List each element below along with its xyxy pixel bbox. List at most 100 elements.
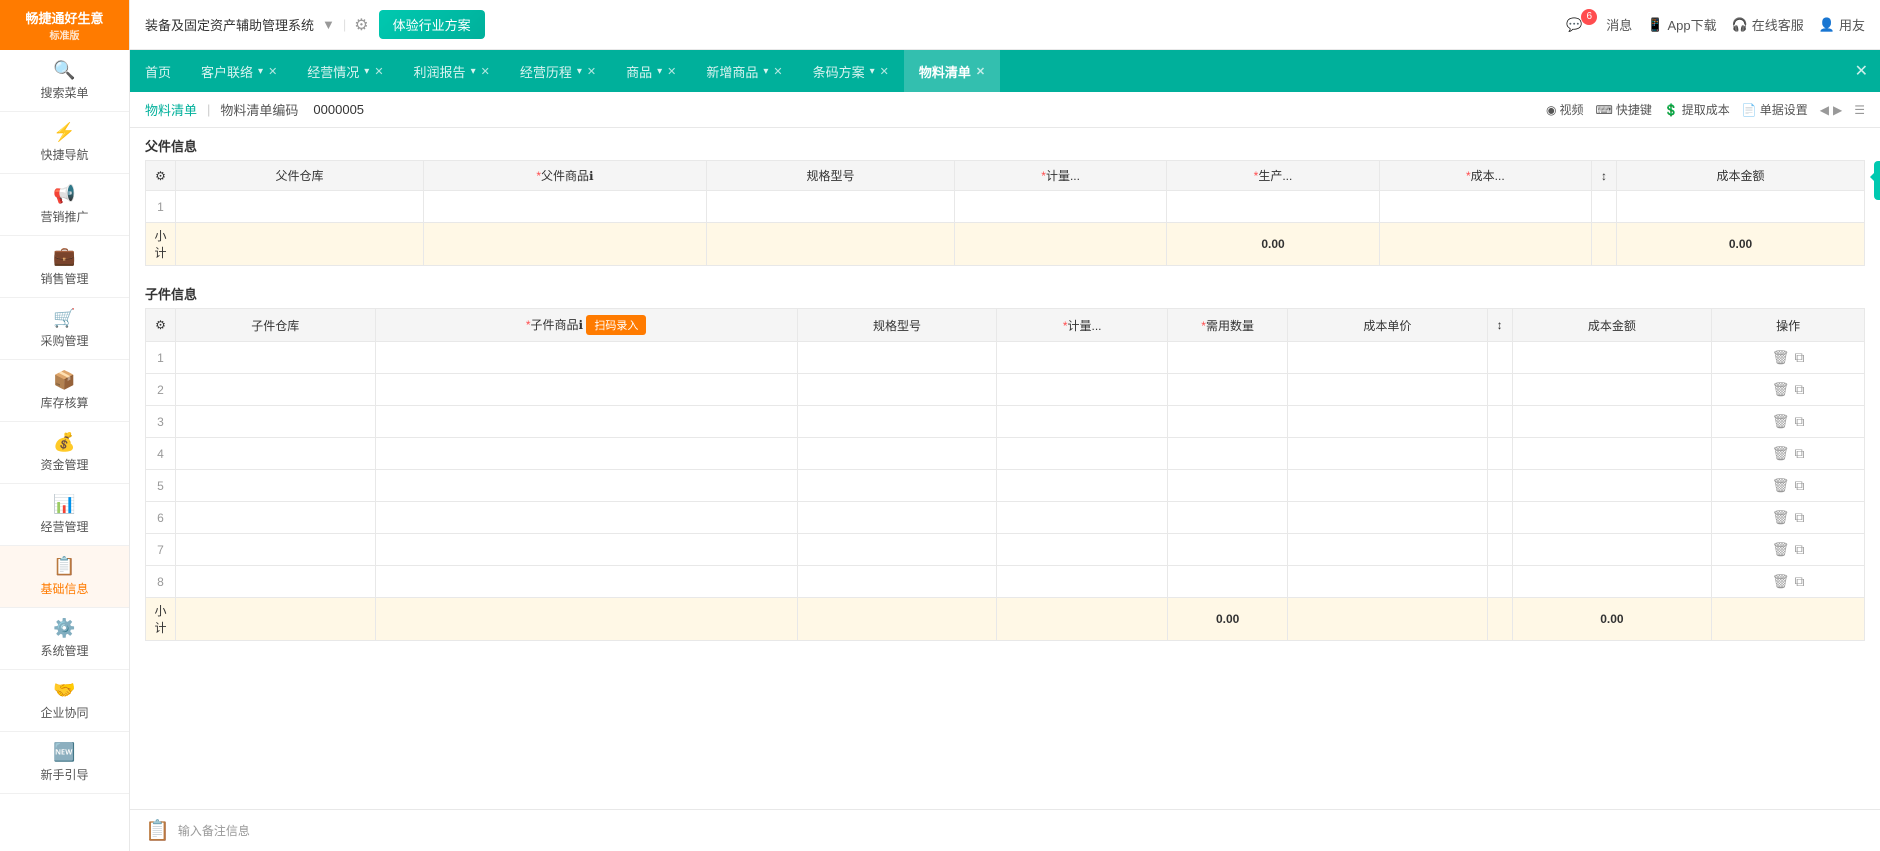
copy-icon[interactable]: ⧉: [1794, 509, 1804, 526]
sidebar-item-collab[interactable]: 🤝 企业协同: [0, 670, 129, 732]
parent-col-sort: ↕: [1592, 161, 1617, 191]
parent-spec-cell[interactable]: [707, 191, 955, 223]
prev-page-btn[interactable]: ◀: [1820, 103, 1829, 117]
scan-input-btn[interactable]: 扫码录入: [586, 315, 646, 335]
shortcut-btn[interactable]: ⌨ 快捷键: [1595, 101, 1651, 118]
parent-subtotal-row: 小计 0.00 0.00: [146, 223, 1865, 266]
copy-icon[interactable]: ⧉: [1794, 381, 1804, 398]
sidebar-item-search[interactable]: 🔍 搜索菜单: [0, 50, 129, 112]
sidebar-item-basic[interactable]: 📋 基础信息: [0, 546, 129, 608]
breadcrumb-divider: |: [207, 102, 210, 117]
tab-arrow-icon: ▾: [870, 66, 875, 77]
child-warehouse-cell[interactable]: [176, 342, 376, 374]
tab-goods[interactable]: 商品 ▾ ✕: [611, 50, 691, 92]
sidebar-item-purchase[interactable]: 🛒 采购管理: [0, 298, 129, 360]
operations-icon: 📊: [53, 494, 75, 515]
table-row: 3 🗑⧉: [146, 406, 1865, 438]
sidebar-item-sales[interactable]: 💼 销售管理: [0, 236, 129, 298]
tab-close-icon[interactable]: ✕: [773, 65, 782, 78]
cost-btn[interactable]: 💲 提取成本: [1664, 101, 1730, 118]
sidebar-item-guide[interactable]: 🆕 新手引导: [0, 732, 129, 794]
tab-history[interactable]: 经营历程 ▾ ✕: [505, 50, 611, 92]
sidebar-item-finance[interactable]: 💰 资金管理: [0, 422, 129, 484]
nav-close-all-btn[interactable]: ✕: [1843, 61, 1880, 81]
delete-icon[interactable]: 🗑: [1772, 381, 1790, 398]
child-unit-cost-cell[interactable]: [1288, 342, 1488, 374]
delete-icon[interactable]: 🗑: [1772, 413, 1790, 430]
sidebar-item-label: 企业协同: [40, 704, 88, 721]
trial-button[interactable]: 体验行业方案: [379, 10, 485, 39]
tab-operations[interactable]: 经营情况 ▾ ✕: [292, 50, 398, 92]
tab-add-goods[interactable]: 新增商品 ▾ ✕: [691, 50, 797, 92]
parent-goods-cell[interactable]: [423, 191, 706, 223]
copy-icon[interactable]: ⧉: [1794, 413, 1804, 430]
tab-customer[interactable]: 客户联络 ▾ ✕: [186, 50, 292, 92]
tab-close-icon[interactable]: ✕: [374, 65, 383, 78]
sidebar-item-marketing[interactable]: 📢 营销推广: [0, 174, 129, 236]
breadcrumb-current[interactable]: 物料清单: [145, 100, 197, 119]
user-btn[interactable]: 👤 用友: [1819, 15, 1865, 34]
service-btn[interactable]: 🎧 在线客服: [1732, 15, 1804, 34]
delete-icon[interactable]: 🗑: [1772, 509, 1790, 526]
tab-bom[interactable]: 物料清单 ✕: [904, 50, 1000, 92]
copy-icon[interactable]: ⧉: [1794, 573, 1804, 590]
next-page-btn[interactable]: ▶: [1833, 103, 1842, 117]
tab-close-icon[interactable]: ✕: [587, 65, 596, 78]
sales-icon: 💼: [53, 246, 75, 267]
parent-subtotal-label: 小计: [146, 223, 176, 266]
parent-unit-cell[interactable]: [954, 191, 1166, 223]
delete-icon[interactable]: 🗑: [1772, 541, 1790, 558]
delete-icon[interactable]: 🗑: [1772, 445, 1790, 462]
delete-icon[interactable]: 🗑: [1772, 573, 1790, 590]
grid-view-icon[interactable]: ☰: [1854, 103, 1865, 117]
sidebar-item-label: 采购管理: [40, 332, 88, 349]
child-col-settings[interactable]: ⚙: [146, 309, 176, 342]
tab-arrow-icon: ▾: [471, 66, 476, 77]
parent-col-production: *生产...: [1167, 161, 1379, 191]
message-btn[interactable]: 💬 6 消息: [1566, 15, 1632, 34]
parent-col-settings[interactable]: ⚙: [146, 161, 176, 191]
copy-icon[interactable]: ⧉: [1794, 349, 1804, 366]
copy-icon[interactable]: ⧉: [1794, 477, 1804, 494]
tab-close-icon[interactable]: ✕: [667, 65, 676, 78]
gear-icon[interactable]: ⚙: [354, 15, 368, 35]
tab-home[interactable]: 首页: [130, 50, 186, 92]
tab-close-icon[interactable]: ✕: [880, 65, 889, 78]
tab-profit[interactable]: 利润报告 ▾ ✕: [399, 50, 505, 92]
child-quantity-cell[interactable]: [1168, 342, 1288, 374]
content-area: 物料清单 | 物料清单编码 0000005 ◉ 视频 ⌨ 快捷键 💲 提取成本: [130, 92, 1880, 851]
message-icon: 💬: [1566, 17, 1582, 33]
tab-arrow-icon: ▾: [577, 66, 582, 77]
child-goods-cell[interactable]: [375, 342, 797, 374]
child-col-quantity: *需用数量: [1168, 309, 1288, 342]
parent-col-cost-amount: 成本金额 ✕ 您的父件、子件的成本取值可以选择【参考成本、最新进价、平均成本】: [1617, 161, 1865, 191]
sidebar-item-quick-nav[interactable]: ⚡ 快捷导航: [0, 112, 129, 174]
view-btn[interactable]: ◉ 视频: [1546, 101, 1584, 118]
app-download-btn[interactable]: 📱 App下载: [1647, 15, 1716, 34]
copy-icon[interactable]: ⧉: [1794, 445, 1804, 462]
delete-icon[interactable]: 🗑: [1772, 477, 1790, 494]
collab-icon: 🤝: [53, 680, 75, 701]
delete-icon[interactable]: 🗑: [1772, 349, 1790, 366]
app-label: App下载: [1667, 15, 1716, 34]
tab-barcode[interactable]: 条码方案 ▾ ✕: [798, 50, 904, 92]
copy-icon[interactable]: ⧉: [1794, 541, 1804, 558]
dropdown-arrow-icon[interactable]: ▼: [322, 17, 335, 32]
tab-close-icon[interactable]: ✕: [481, 65, 490, 78]
child-col-spec: 规格型号: [797, 309, 997, 342]
cost-tooltip: ✕ 您的父件、子件的成本取值可以选择【参考成本、最新进价、平均成本】: [1874, 161, 1880, 200]
parent-cost-cell[interactable]: [1379, 191, 1591, 223]
tab-close-icon[interactable]: ✕: [268, 65, 277, 78]
sidebar-item-inventory[interactable]: 📦 库存核算: [0, 360, 129, 422]
tab-close-icon[interactable]: ✕: [976, 65, 985, 78]
doc-settings-btn[interactable]: 📄 单据设置: [1742, 101, 1808, 118]
system-name: 装备及固定资产辅助管理系统: [145, 15, 314, 34]
sidebar-item-system[interactable]: ⚙️ 系统管理: [0, 608, 129, 670]
child-unit-cell[interactable]: [997, 342, 1168, 374]
child-spec-cell[interactable]: [797, 342, 997, 374]
sidebar-item-operations[interactable]: 📊 经营管理: [0, 484, 129, 546]
topbar: 装备及固定资产辅助管理系统 ▼ | ⚙ 体验行业方案 💬 6 消息 📱 App下…: [130, 0, 1880, 50]
message-label: 消息: [1606, 15, 1632, 34]
parent-warehouse-cell[interactable]: [176, 191, 424, 223]
parent-production-cell[interactable]: [1167, 191, 1379, 223]
